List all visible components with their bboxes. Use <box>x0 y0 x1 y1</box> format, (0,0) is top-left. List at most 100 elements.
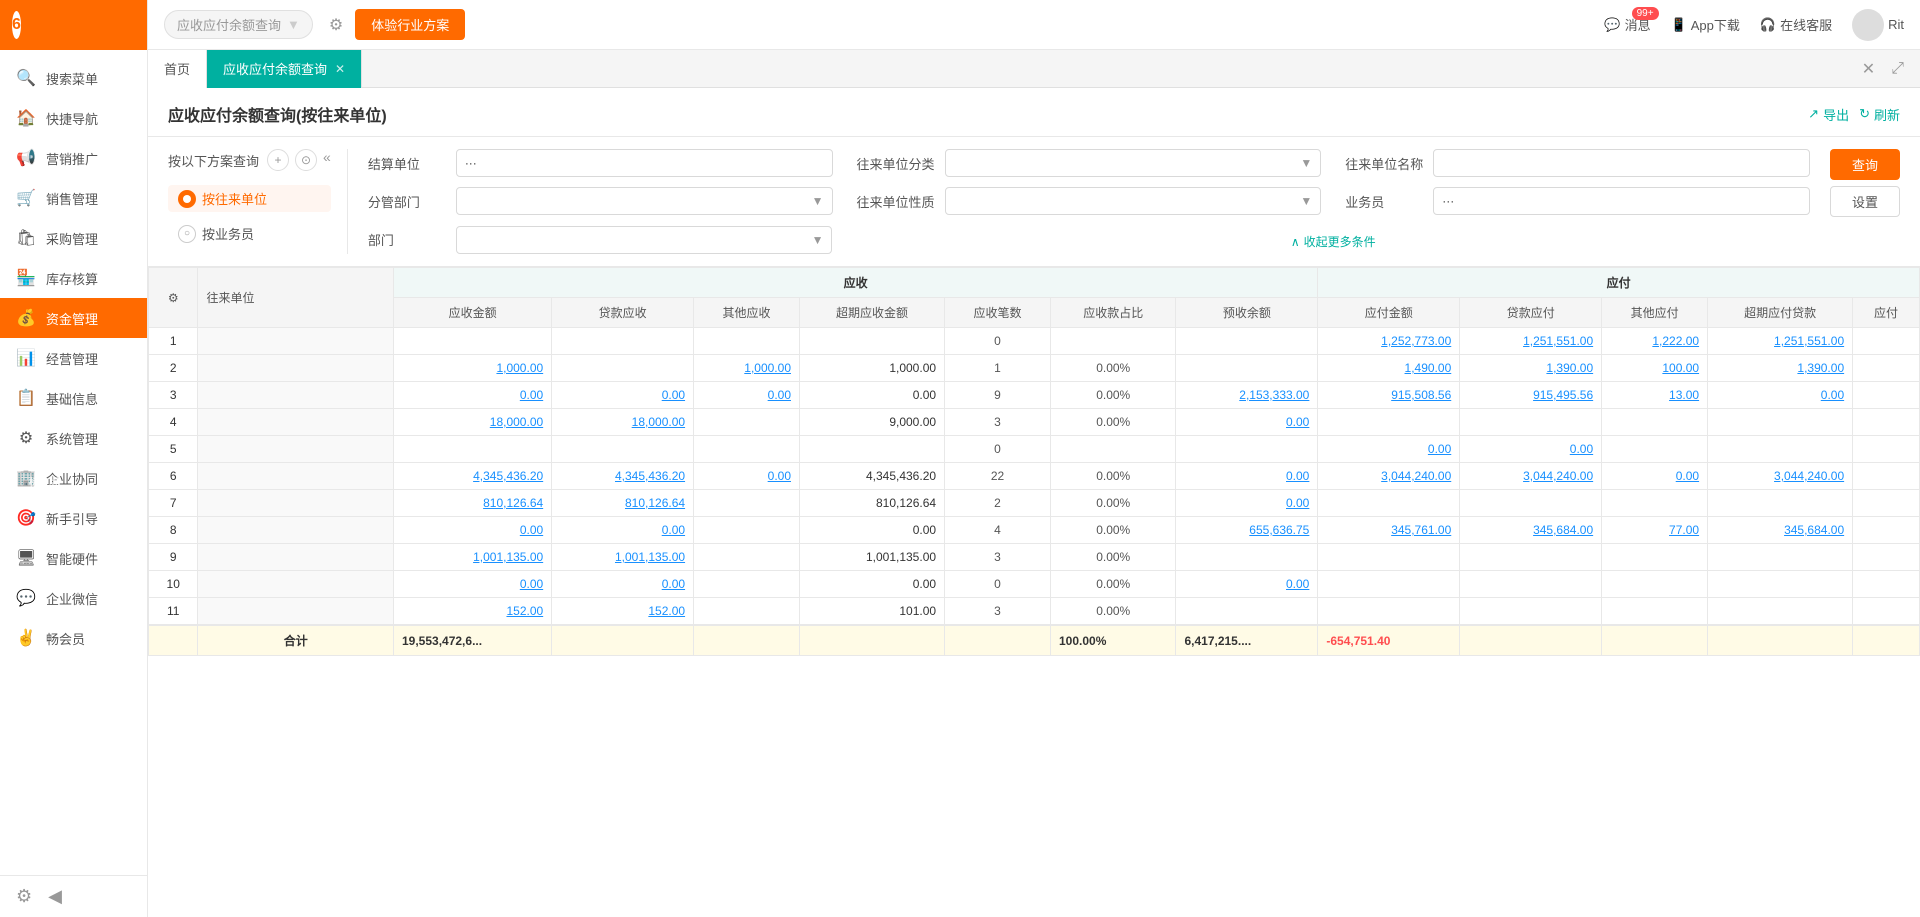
row-ap-other[interactable]: 1,222.00 <box>1602 328 1708 355</box>
row-ar-prepay[interactable]: 0.00 <box>1176 409 1318 436</box>
row-ap-amount[interactable]: 1,490.00 <box>1318 355 1460 382</box>
row-ap-amount[interactable] <box>1318 598 1460 626</box>
app-download-btn[interactable]: 📱 App下载 <box>1671 15 1740 34</box>
sidebar-collapse-icon[interactable]: ◀ <box>48 886 62 907</box>
row-ar-loan[interactable]: 1,001,135.00 <box>552 544 694 571</box>
tab-close-icon[interactable]: ✕ <box>335 62 345 76</box>
sidebar-item-hardware[interactable]: 🖥 智能硬件 <box>0 538 147 578</box>
industry-btn[interactable]: 体验行业方案 <box>355 9 465 40</box>
row-ar-amount[interactable]: 810,126.64 <box>394 490 552 517</box>
add-scheme-btn[interactable]: + <box>267 149 289 171</box>
sidebar-item-marketing[interactable]: 📢 营销推广 <box>0 138 147 178</box>
row-ap-amount[interactable] <box>1318 409 1460 436</box>
row-ap-other[interactable]: 77.00 <box>1602 517 1708 544</box>
sidebar-item-ops[interactable]: 📊 经营管理 <box>0 338 147 378</box>
dept-input[interactable]: ▼ <box>456 226 833 254</box>
row-ar-other[interactable]: 1,000.00 <box>694 355 800 382</box>
row-ap-other[interactable] <box>1602 490 1708 517</box>
sidebar-item-quicknav[interactable]: 🏠 快捷导航 <box>0 98 147 138</box>
sidebar-item-purchase[interactable]: 🛍 采购管理 <box>0 218 147 258</box>
department-input[interactable]: ▼ <box>456 187 833 215</box>
sidebar-item-sales[interactable]: 🛒 销售管理 <box>0 178 147 218</box>
query-btn[interactable]: 查询 <box>1830 149 1900 180</box>
collapse-scheme-icon[interactable]: « <box>323 149 331 171</box>
sidebar-settings-icon[interactable]: ⚙ <box>16 886 32 907</box>
sidebar-item-inventory[interactable]: 🏪 库存核算 <box>0 258 147 298</box>
row-ap-other[interactable] <box>1602 598 1708 626</box>
row-ar-prepay[interactable] <box>1176 544 1318 571</box>
settlement-unit-input[interactable]: ··· <box>456 149 833 177</box>
row-ap-amount[interactable]: 0.00 <box>1318 436 1460 463</box>
row-ar-loan[interactable]: 0.00 <box>552 571 694 598</box>
row-ap-other[interactable] <box>1602 436 1708 463</box>
row-ar-other[interactable] <box>694 598 800 626</box>
row-ar-other[interactable] <box>694 544 800 571</box>
row-ar-loan[interactable]: 152.00 <box>552 598 694 626</box>
partner-nature-input[interactable]: ▼ <box>945 187 1322 215</box>
row-ar-loan[interactable]: 810,126.64 <box>552 490 694 517</box>
sidebar-item-system[interactable]: ⚙ 系统管理 <box>0 418 147 458</box>
row-ar-other[interactable] <box>694 409 800 436</box>
partner-category-input[interactable]: ▼ <box>945 149 1322 177</box>
topbar-gear-icon[interactable]: ⚙ <box>329 15 343 35</box>
sidebar-item-basic[interactable]: 📋 基础信息 <box>0 378 147 418</box>
row-ap-loan[interactable] <box>1460 571 1602 598</box>
row-ar-prepay[interactable]: 0.00 <box>1176 571 1318 598</box>
messages-btn[interactable]: 💬 消息 99+ <box>1604 15 1650 34</box>
sidebar-item-guide[interactable]: 🎯 新手引导 <box>0 498 147 538</box>
row-ar-prepay[interactable] <box>1176 328 1318 355</box>
row-ap-loan[interactable] <box>1460 409 1602 436</box>
row-ar-prepay[interactable] <box>1176 598 1318 626</box>
tab-fullscreen-btn[interactable]: ⤢ <box>1887 56 1908 82</box>
row-ap-amount[interactable]: 915,508.56 <box>1318 382 1460 409</box>
collapse-more-btn[interactable]: ∧ 收起更多条件 <box>1291 229 1376 254</box>
tab-close-window-btn[interactable]: ✕ <box>1858 55 1879 83</box>
row-ap-amount[interactable]: 1,252,773.00 <box>1318 328 1460 355</box>
row-ap-amount[interactable] <box>1318 544 1460 571</box>
row-ar-loan[interactable]: 18,000.00 <box>552 409 694 436</box>
row-ar-prepay[interactable]: 0.00 <box>1176 490 1318 517</box>
tab-ar-balance[interactable]: 应收应付余额查询 ✕ <box>207 50 362 88</box>
row-ap-loan[interactable] <box>1460 544 1602 571</box>
row-ar-other[interactable]: 0.00 <box>694 382 800 409</box>
row-ar-loan[interactable] <box>552 328 694 355</box>
row-ar-other[interactable] <box>694 571 800 598</box>
row-ap-loan[interactable]: 345,684.00 <box>1460 517 1602 544</box>
row-ar-amount[interactable]: 0.00 <box>394 517 552 544</box>
row-ap-loan[interactable]: 1,390.00 <box>1460 355 1602 382</box>
row-ap-other[interactable] <box>1602 409 1708 436</box>
row-ar-loan[interactable] <box>552 355 694 382</box>
row-ap-other[interactable] <box>1602 571 1708 598</box>
row-ar-amount[interactable]: 152.00 <box>394 598 552 626</box>
row-ar-amount[interactable]: 0.00 <box>394 382 552 409</box>
row-ap-other[interactable]: 0.00 <box>1602 463 1708 490</box>
row-ar-other[interactable] <box>694 517 800 544</box>
refresh-btn[interactable]: ↻ 刷新 <box>1859 105 1900 124</box>
partner-name-input[interactable] <box>1433 149 1810 177</box>
row-ap-loan[interactable]: 0.00 <box>1460 436 1602 463</box>
row-ar-prepay[interactable] <box>1176 436 1318 463</box>
sidebar-item-member[interactable]: ✌ 畅会员 <box>0 618 147 658</box>
row-ap-other[interactable]: 13.00 <box>1602 382 1708 409</box>
row-ar-other[interactable] <box>694 328 800 355</box>
row-ap-other[interactable] <box>1602 544 1708 571</box>
row-ar-other[interactable] <box>694 436 800 463</box>
sidebar-item-finance[interactable]: 💰 资金管理 <box>0 298 147 338</box>
row-ar-amount[interactable] <box>394 436 552 463</box>
row-ar-amount[interactable]: 18,000.00 <box>394 409 552 436</box>
row-ap-amount[interactable] <box>1318 571 1460 598</box>
sidebar-item-wechat[interactable]: 💬 企业微信 <box>0 578 147 618</box>
row-ap-loan[interactable]: 3,044,240.00 <box>1460 463 1602 490</box>
row-ap-amount[interactable] <box>1318 490 1460 517</box>
filter-option-by-staff[interactable]: ○ 按业务员 <box>168 220 331 247</box>
row-ap-loan[interactable] <box>1460 490 1602 517</box>
row-ar-amount[interactable]: 1,001,135.00 <box>394 544 552 571</box>
filter-option-by-partner[interactable]: 按往来单位 <box>168 185 331 212</box>
row-ap-amount[interactable]: 3,044,240.00 <box>1318 463 1460 490</box>
row-ar-amount[interactable]: 4,345,436.20 <box>394 463 552 490</box>
user-avatar-btn[interactable]: Rit <box>1852 9 1904 41</box>
row-ar-amount[interactable]: 0.00 <box>394 571 552 598</box>
row-ap-loan[interactable] <box>1460 598 1602 626</box>
row-ar-amount[interactable]: 1,000.00 <box>394 355 552 382</box>
row-ar-loan[interactable] <box>552 436 694 463</box>
